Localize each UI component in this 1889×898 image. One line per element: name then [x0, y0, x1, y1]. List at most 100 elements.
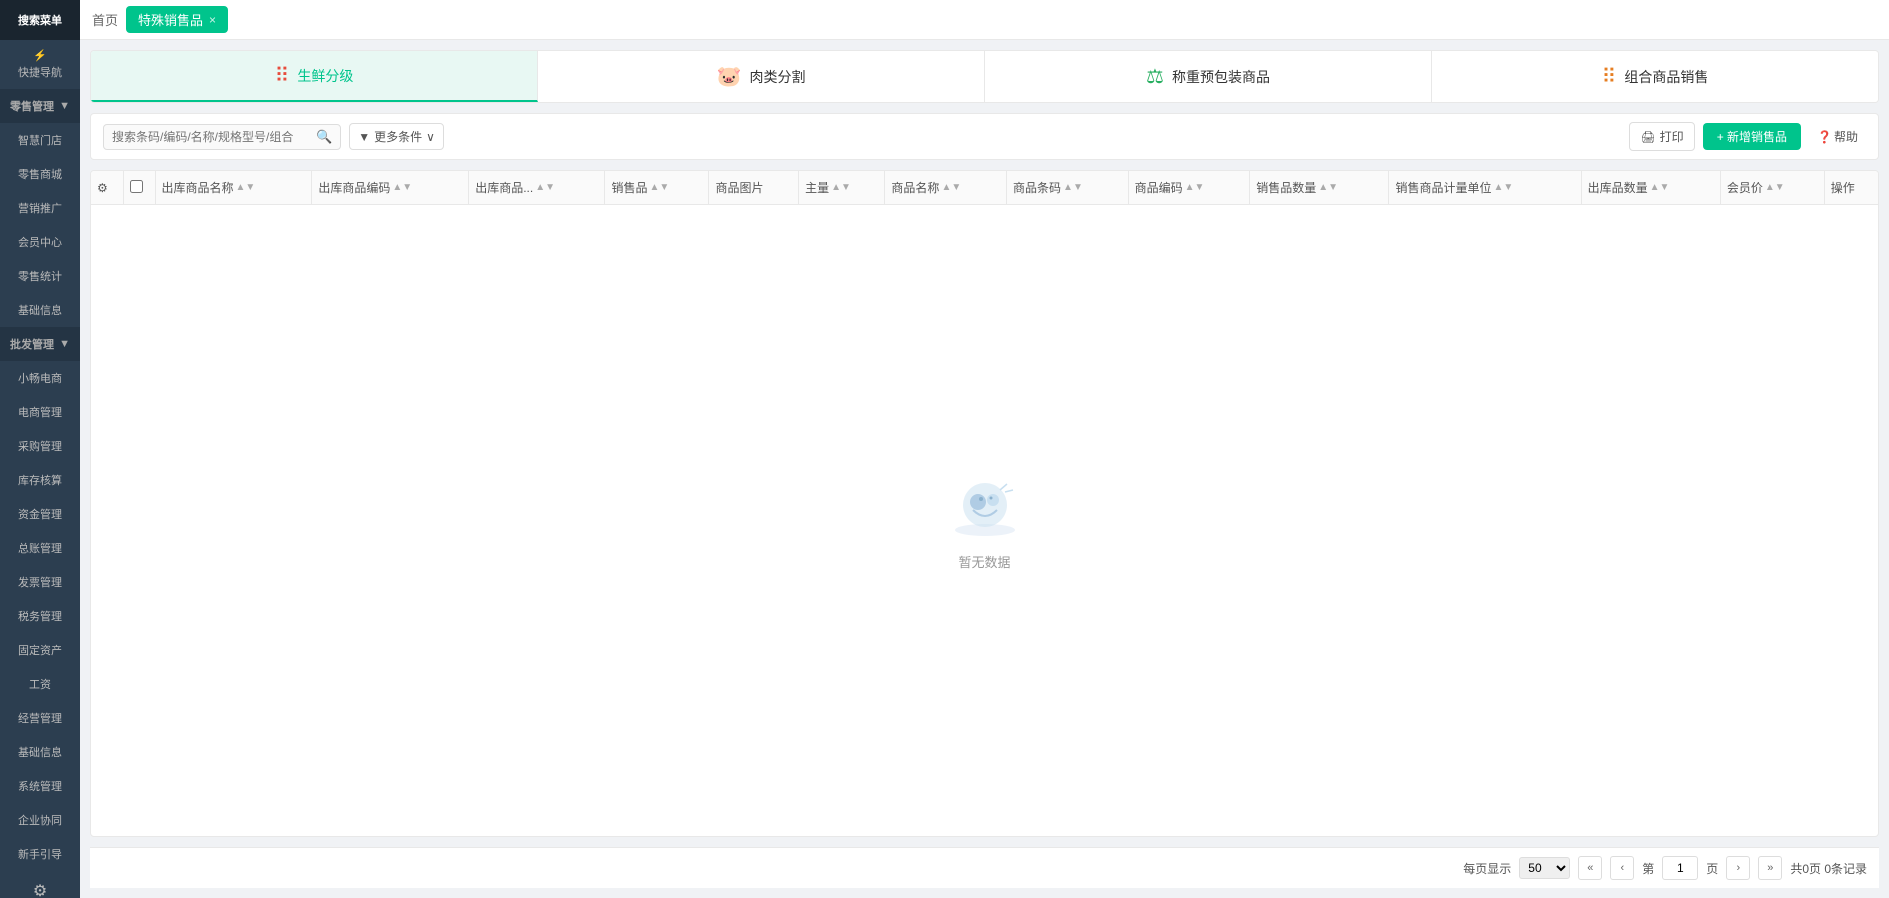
sidebar-item-enterprise[interactable]: 企业协同	[0, 803, 80, 837]
col-label-sales-item: 销售品	[611, 179, 647, 196]
col-header-outlet-code[interactable]: 出库商品编码 ▲▼	[312, 171, 469, 205]
sidebar-item-ecommerce-mgmt[interactable]: 电商管理	[0, 395, 80, 429]
select-all-checkbox[interactable]	[130, 180, 143, 193]
sidebar-item-invoice[interactable]: 发票管理	[0, 565, 80, 599]
sidebar-item-finance[interactable]: 资金管理	[0, 497, 80, 531]
tab-meat-cut[interactable]: 🐷 肉类分割	[538, 51, 985, 102]
sidebar-item-system[interactable]: 系统管理	[0, 769, 80, 803]
tab-combo-sales[interactable]: ⠿ 组合商品销售	[1432, 51, 1878, 102]
empty-icon	[945, 470, 1025, 540]
chevron-icon: ∨	[426, 130, 435, 144]
checkbox-column-header[interactable]	[123, 171, 155, 205]
search-box[interactable]: 🔍	[103, 124, 341, 150]
page-label-after: 页	[1706, 860, 1718, 877]
chevron-down-icon: ▼	[59, 100, 70, 112]
sort-icon-sales-item: ▲▼	[650, 183, 670, 193]
col-header-outlet-spec[interactable]: 出库商品... ▲▼	[469, 171, 605, 205]
sidebar-item-smart-store[interactable]: 智慧门店	[0, 123, 80, 157]
sidebar-item-retail-mall[interactable]: 零售商城	[0, 157, 80, 191]
pagination: 每页显示 50 10 20 100 « ‹ 第 页 › » 共0页 0条记录	[90, 847, 1879, 888]
tab-label: 特殊销售品	[138, 10, 203, 29]
filter-label: 更多条件	[374, 128, 422, 145]
sidebar: 搜索菜单 ⚡ 快捷导航 零售管理 ▼ 智慧门店 零售商城 营销推广 会员中心 零…	[0, 0, 80, 898]
tab-meat-cut-label: 肉类分割	[749, 67, 805, 87]
col-label-sales-qty: 销售品数量	[1256, 179, 1316, 196]
sidebar-item-salary[interactable]: 工资	[0, 667, 80, 701]
new-sales-button[interactable]: + 新增销售品	[1703, 123, 1801, 150]
col-header-member-price[interactable]: 会员价 ▲▼	[1720, 171, 1824, 205]
home-link[interactable]: 首页	[92, 10, 118, 29]
col-header-product-name[interactable]: 商品名称 ▲▼	[885, 171, 1007, 205]
sidebar-logo[interactable]: 搜索菜单	[0, 0, 80, 40]
sidebar-item-member-center[interactable]: 会员中心	[0, 225, 80, 259]
sidebar-item-ecommerce[interactable]: 小畅电商	[0, 361, 80, 395]
col-label-product-name: 商品名称	[891, 179, 939, 196]
content-area: ⠿ 生鲜分级 🐷 肉类分割 ⚖ 称重预包装商品 ⠿ 组合商品销售 🔍	[80, 40, 1889, 898]
col-label-outlet-spec: 出库商品...	[475, 179, 533, 196]
col-header-outlet-name[interactable]: 出库商品名称 ▲▼	[155, 171, 312, 205]
weight-pack-icon: ⚖	[1146, 64, 1164, 89]
current-tab[interactable]: 特殊销售品 ×	[126, 6, 228, 33]
sort-icon-product-code: ▲▼	[1185, 183, 1205, 193]
sidebar-item-quick-nav[interactable]: ⚡ 快捷导航	[0, 40, 80, 89]
sidebar-item-marketing[interactable]: 营销推广	[0, 191, 80, 225]
col-header-outlet-qty[interactable]: 出库品数量 ▲▼	[1581, 171, 1720, 205]
filter-button[interactable]: ▼ 更多条件 ∨	[349, 123, 444, 150]
print-button[interactable]: 🖨 打印	[1629, 122, 1694, 151]
sort-icon-sales-unit: ▲▼	[1494, 183, 1514, 193]
close-icon[interactable]: ×	[209, 13, 216, 27]
col-header-sales-unit[interactable]: 销售商品计量单位 ▲▼	[1389, 171, 1581, 205]
col-header-sales-item[interactable]: 销售品 ▲▼	[605, 171, 709, 205]
total-label: 共0页 0条记录	[1790, 860, 1867, 877]
toolbar-right: 🖨 打印 + 新增销售品 ❓ 帮助	[1629, 122, 1866, 151]
col-header-product-code[interactable]: 商品编码 ▲▼	[1128, 171, 1250, 205]
empty-text: 暂无数据	[958, 552, 1010, 571]
col-label-outlet-code: 出库商品编码	[318, 179, 390, 196]
last-page-btn[interactable]: »	[1758, 856, 1782, 880]
sidebar-item-base-info-2[interactable]: 基础信息	[0, 735, 80, 769]
sidebar-item-fixed-assets[interactable]: 固定资产	[0, 633, 80, 667]
sort-icon-outlet-qty: ▲▼	[1650, 183, 1670, 193]
prev-page-btn[interactable]: ‹	[1610, 856, 1634, 880]
tab-weight-pack[interactable]: ⚖ 称重预包装商品	[985, 51, 1432, 102]
col-label-sales-unit: 销售商品计量单位	[1395, 179, 1491, 196]
filter-icon: ▼	[358, 130, 370, 144]
sidebar-item-business-mgmt[interactable]: 经营管理	[0, 701, 80, 735]
col-label-member-price: 会员价	[1727, 179, 1763, 196]
settings-icon[interactable]: ⚙	[0, 871, 80, 898]
first-page-btn[interactable]: «	[1578, 856, 1602, 880]
page-label-before: 第	[1642, 860, 1654, 877]
category-tabs: ⠿ 生鲜分级 🐷 肉类分割 ⚖ 称重预包装商品 ⠿ 组合商品销售	[90, 50, 1879, 103]
tab-fresh-grade[interactable]: ⠿ 生鲜分级	[91, 51, 538, 102]
help-icon: ❓	[1817, 130, 1832, 144]
main-content: 首页 特殊销售品 × ⠿ 生鲜分级 🐷 肉类分割 ⚖ 称重预包装商品 ⠿ 组合商…	[80, 0, 1889, 898]
toolbar: 🔍 ▼ 更多条件 ∨ 🖨 打印 + 新增销售品 ❓ 帮助	[90, 113, 1879, 160]
sidebar-item-inventory[interactable]: 库存核算	[0, 463, 80, 497]
col-header-main-qty[interactable]: 主量 ▲▼	[799, 171, 885, 205]
col-label-product-barcode: 商品条码	[1013, 179, 1061, 196]
sidebar-item-wholesale[interactable]: 批发管理 ▼	[0, 327, 80, 361]
help-button[interactable]: ❓ 帮助	[1809, 123, 1866, 150]
sidebar-item-retail[interactable]: 零售管理 ▼	[0, 89, 80, 123]
sidebar-item-retail-stats[interactable]: 零售统计	[0, 259, 80, 293]
col-header-sales-qty[interactable]: 销售品数量 ▲▼	[1250, 171, 1389, 205]
sidebar-item-general-ledger[interactable]: 总账管理	[0, 531, 80, 565]
per-page-label: 每页显示	[1463, 860, 1511, 877]
gear-column-header[interactable]: ⚙	[91, 171, 123, 205]
sort-icon-outlet-name: ▲▼	[236, 183, 256, 193]
tab-weight-pack-label: 称重预包装商品	[1172, 67, 1270, 87]
sidebar-item-tax[interactable]: 税务管理	[0, 599, 80, 633]
col-header-product-img: 商品图片	[709, 171, 799, 205]
tab-fresh-grade-label: 生鲜分级	[297, 66, 353, 86]
col-label-outlet-qty: 出库品数量	[1588, 179, 1648, 196]
toolbar-left: 🔍 ▼ 更多条件 ∨	[103, 123, 444, 150]
col-header-product-barcode[interactable]: 商品条码 ▲▼	[1007, 171, 1129, 205]
data-table: ⚙ 出库商品名称 ▲▼ 出库商品编码	[91, 171, 1878, 205]
sidebar-item-purchase[interactable]: 采购管理	[0, 429, 80, 463]
search-input[interactable]	[112, 130, 312, 144]
next-page-btn[interactable]: ›	[1726, 856, 1750, 880]
page-input[interactable]	[1662, 856, 1698, 880]
sidebar-item-base-info-1[interactable]: 基础信息	[0, 293, 80, 327]
sidebar-item-guide[interactable]: 新手引导	[0, 837, 80, 871]
per-page-select[interactable]: 50 10 20 100	[1519, 857, 1570, 879]
